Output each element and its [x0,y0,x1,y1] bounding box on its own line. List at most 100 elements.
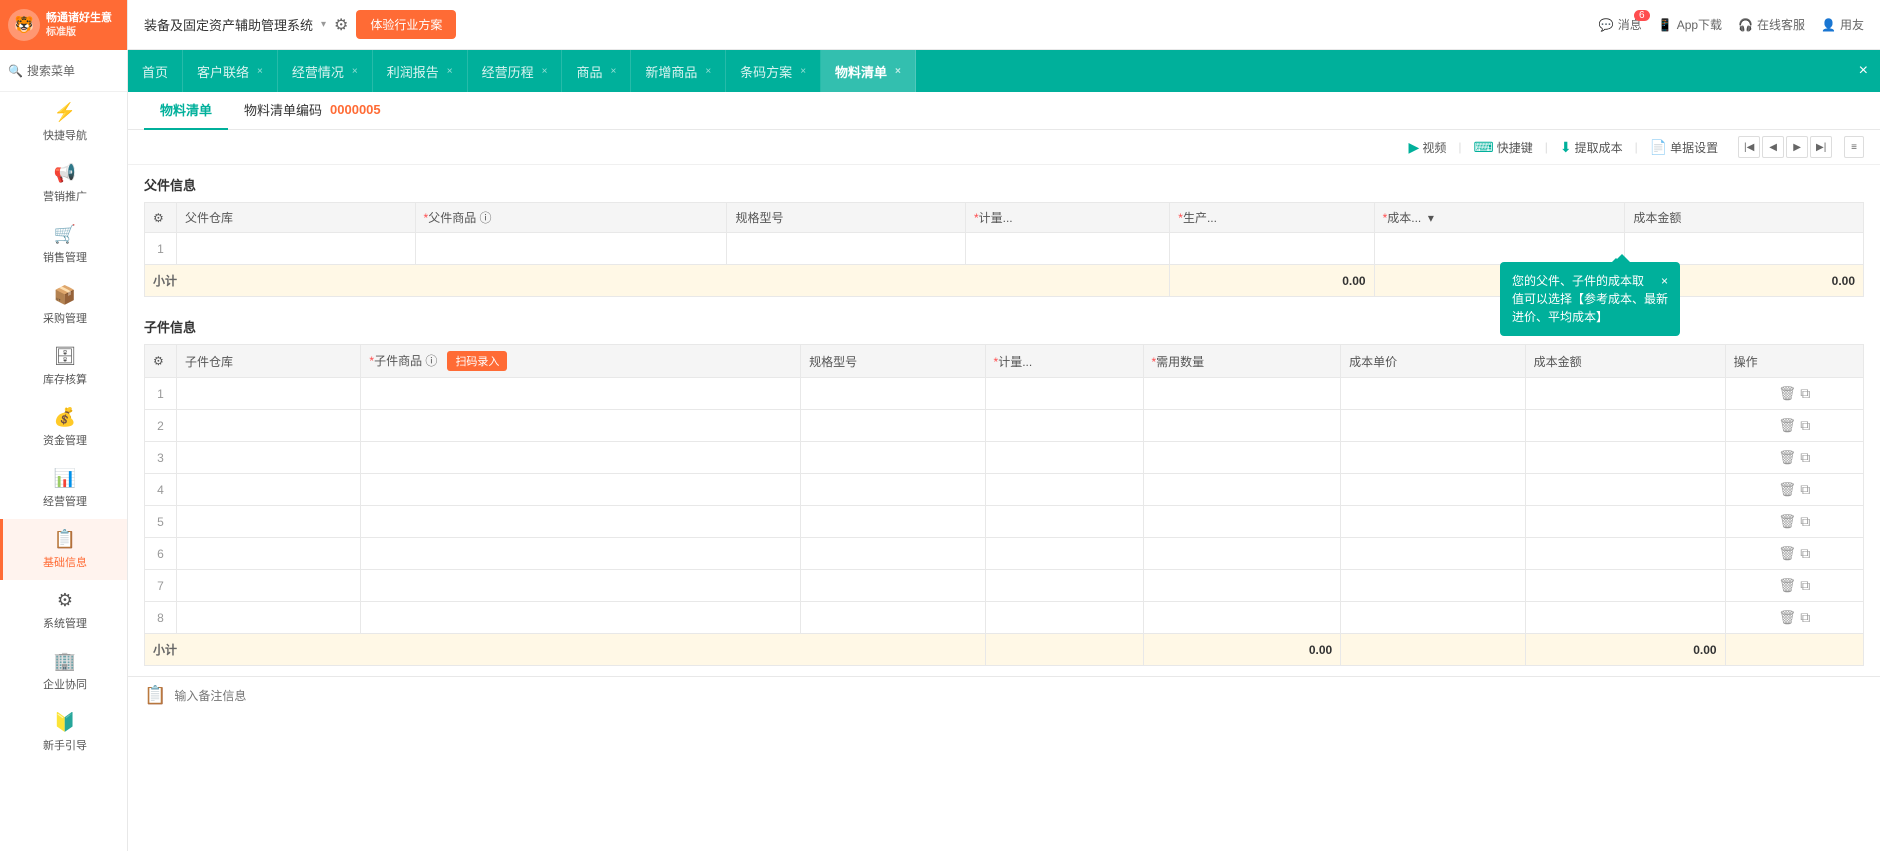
child-cell-unit-cost-1[interactable] [1341,378,1525,410]
child-cell-product-4[interactable] [361,474,801,506]
child-cell-warehouse-5[interactable] [177,506,361,538]
parent-cell-unit-1[interactable] [965,233,1169,265]
child-cell-qty-3[interactable] [1143,442,1341,474]
child-cell-unit-4[interactable] [985,474,1143,506]
child-cell-warehouse-7[interactable] [177,570,361,602]
child-cell-unit-6[interactable] [985,538,1143,570]
sidebar-item-inventory[interactable]: 🗄 库存核算 [0,336,127,397]
tab-product-close[interactable]: × [610,66,616,77]
child-cell-spec-8[interactable] [801,602,985,634]
child-cell-warehouse-2[interactable] [177,410,361,442]
copy-row-btn-1[interactable]: ⧉ [1800,385,1810,402]
child-cell-unit-7[interactable] [985,570,1143,602]
online-service-btn[interactable]: 🎧 在线客服 [1738,16,1805,33]
tab-bom-close[interactable]: × [895,66,901,77]
user-btn[interactable]: 👤 用友 [1821,16,1864,33]
delete-row-btn-3[interactable]: 🗑 [1778,449,1796,466]
tab-barcode-close[interactable]: × [800,66,806,77]
sidebar-item-basic-info[interactable]: 📋 基础信息 [0,519,127,580]
child-cell-qty-4[interactable] [1143,474,1341,506]
delete-row-btn-8[interactable]: 🗑 [1778,609,1796,626]
tab-operation-status-close[interactable]: × [352,66,358,77]
close-all-tabs[interactable]: × [1847,62,1880,80]
nav-prev-btn[interactable]: ◀ [1762,136,1784,158]
settings-icon[interactable]: ⚙ [334,15,348,35]
sidebar-item-quick-nav[interactable]: ⚡ 快捷导航 [0,92,127,153]
child-cell-spec-7[interactable] [801,570,985,602]
sub-tab-bom-code[interactable]: 物料清单编码 0000005 [228,92,397,130]
copy-row-btn-6[interactable]: ⧉ [1800,545,1810,562]
parent-cell-product-1[interactable] [415,233,727,265]
child-cell-warehouse-3[interactable] [177,442,361,474]
extract-cost-btn[interactable]: ⬇ 提取成本 [1560,139,1623,156]
copy-row-btn-8[interactable]: ⧉ [1800,609,1810,626]
remark-input[interactable] [174,689,1864,703]
copy-row-btn-5[interactable]: ⧉ [1800,513,1810,530]
child-cell-qty-5[interactable] [1143,506,1341,538]
child-cell-unit-8[interactable] [985,602,1143,634]
search-menu-button[interactable]: 🔍 搜索菜单 [8,58,119,83]
parent-cell-spec-1[interactable] [727,233,966,265]
sidebar-item-purchase[interactable]: 📦 采购管理 [0,275,127,336]
child-cell-product-2[interactable] [361,410,801,442]
child-cell-unit-2[interactable] [985,410,1143,442]
child-cell-spec-6[interactable] [801,538,985,570]
copy-row-btn-4[interactable]: ⧉ [1800,481,1810,498]
app-download-btn[interactable]: 📱 App下载 [1658,16,1722,33]
tab-operation-status[interactable]: 经营情况 × [278,50,373,92]
tab-customer-close[interactable]: × [257,66,263,77]
video-btn[interactable]: ▶ 视频 [1409,139,1447,156]
nav-first-btn[interactable]: |◀ [1738,136,1760,158]
parent-cell-cost-1[interactable] [1374,233,1625,265]
child-cell-spec-5[interactable] [801,506,985,538]
tab-barcode[interactable]: 条码方案 × [726,50,821,92]
sidebar-item-marketing[interactable]: 📢 营销推广 [0,153,127,214]
child-cell-spec-2[interactable] [801,410,985,442]
delete-row-btn-4[interactable]: 🗑 [1778,481,1796,498]
shortcut-btn[interactable]: ⌨ 快捷键 [1473,139,1532,156]
child-cell-warehouse-1[interactable] [177,378,361,410]
sidebar-item-sales[interactable]: 🛒 销售管理 [0,214,127,275]
sidebar-item-finance[interactable]: 💰 资金管理 [0,397,127,458]
child-col-settings[interactable]: ⚙ [145,345,177,378]
delete-row-btn-7[interactable]: 🗑 [1778,577,1796,594]
child-cell-unit-cost-5[interactable] [1341,506,1525,538]
system-dropdown-arrow[interactable]: ▾ [321,19,326,30]
parent-cell-production-1[interactable] [1170,233,1374,265]
tab-new-product[interactable]: 新增商品 × [631,50,726,92]
child-cell-qty-2[interactable] [1143,410,1341,442]
child-cell-warehouse-8[interactable] [177,602,361,634]
sub-tab-bom-list[interactable]: 物料清单 [144,92,228,130]
copy-row-btn-2[interactable]: ⧉ [1800,417,1810,434]
delete-row-btn-1[interactable]: 🗑 [1778,385,1796,402]
child-cell-warehouse-6[interactable] [177,538,361,570]
child-cell-unit-3[interactable] [985,442,1143,474]
child-cell-product-1[interactable] [361,378,801,410]
tab-profit-report-close[interactable]: × [447,66,453,77]
child-cell-unit-cost-4[interactable] [1341,474,1525,506]
tab-operation-history[interactable]: 经营历程 × [468,50,563,92]
nav-next-btn[interactable]: ▶ [1786,136,1808,158]
nav-last-btn[interactable]: ▶| [1810,136,1832,158]
tab-new-product-close[interactable]: × [705,66,711,77]
child-cell-product-5[interactable] [361,506,801,538]
child-cell-unit-cost-2[interactable] [1341,410,1525,442]
child-cell-spec-3[interactable] [801,442,985,474]
child-cell-qty-6[interactable] [1143,538,1341,570]
child-cell-product-6[interactable] [361,538,801,570]
tab-product[interactable]: 商品 × [562,50,631,92]
sidebar-item-system[interactable]: ⚙ 系统管理 [0,580,127,641]
child-cell-qty-7[interactable] [1143,570,1341,602]
child-cell-qty-8[interactable] [1143,602,1341,634]
scan-btn[interactable]: 扫码录入 [447,351,507,371]
tab-profit-report[interactable]: 利润报告 × [373,50,468,92]
delete-row-btn-5[interactable]: 🗑 [1778,513,1796,530]
child-cell-unit-cost-3[interactable] [1341,442,1525,474]
child-cell-unit-5[interactable] [985,506,1143,538]
single-setting-btn[interactable]: 📄 单据设置 [1650,139,1718,156]
sidebar-item-guide[interactable]: 🔰 新手引导 [0,702,127,763]
child-cell-unit-cost-8[interactable] [1341,602,1525,634]
child-cell-unit-cost-6[interactable] [1341,538,1525,570]
trial-button[interactable]: 体验行业方案 [356,10,456,39]
message-btn[interactable]: 💬 消息 6 [1599,16,1642,33]
